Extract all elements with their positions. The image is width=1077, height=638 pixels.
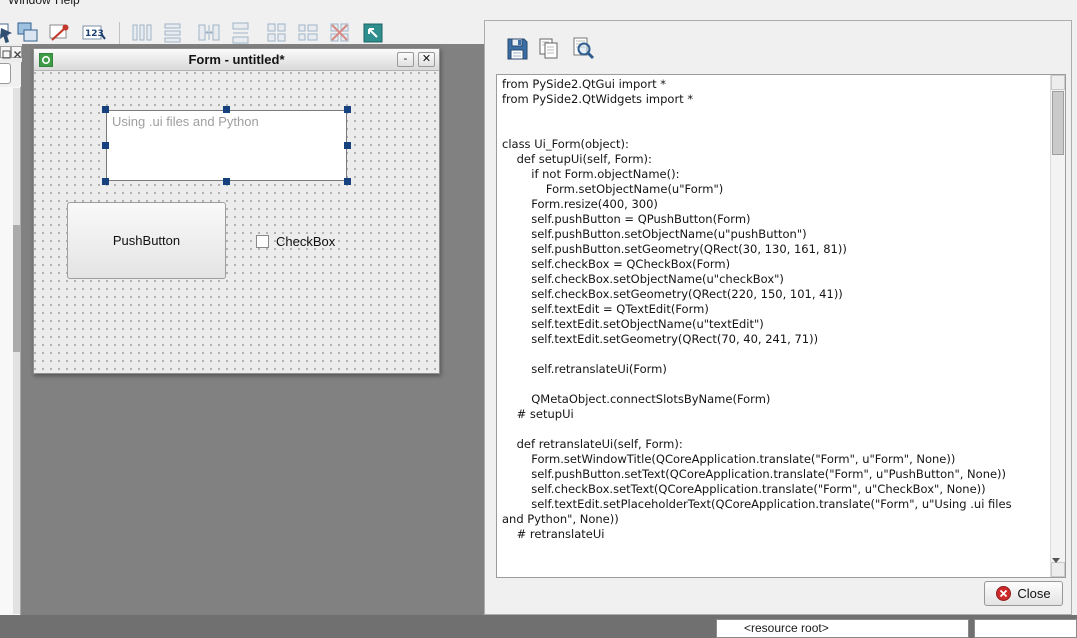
code-line: Form.setWindowTitle(QCoreApplication.tra… [502,452,1050,467]
minimize-button[interactable]: - [397,52,414,67]
qt-designer-window: Window Help 123 [0,0,1077,638]
code-line: Form.setObjectName(u"Form") [502,182,1050,197]
layout-horizontal-icon[interactable] [130,21,154,45]
code-line: from PySide2.QtWidgets import * [502,92,1050,107]
layout-vertical-splitter-icon[interactable] [229,21,253,45]
dock-float-button[interactable] [0,46,11,58]
widget-filter-input[interactable] [0,63,11,84]
edit-tab-order-icon[interactable]: 123 [82,21,106,45]
checkbox-box[interactable] [256,235,269,248]
code-line [502,122,1050,137]
code-line: self.retranslateUi(Form) [502,362,1050,377]
code-line: self.textEdit.setPlaceholderText(QCoreAp… [502,497,1050,512]
edit-signals-slots-icon[interactable] [48,21,72,45]
close-window-button[interactable]: ✕ [418,52,435,67]
resource-root-item[interactable]: <resource root> [716,619,969,638]
form-window-titlebar[interactable]: Form - untitled* - ✕ [34,49,439,71]
code-line: self.pushButton.setText(QCoreApplication… [502,467,1050,482]
close-dialog-button[interactable]: Close [984,581,1063,606]
code-line: self.pushButton.setGeometry(QRect(30, 13… [502,242,1050,257]
code-line: QMetaObject.connectSlotsByName(Form) [502,392,1050,407]
widget-box-scrollbar-thumb[interactable] [13,225,20,352]
code-line: self.checkBox.setGeometry(QRect(220, 150… [502,287,1050,302]
layout-vertical-icon[interactable] [161,21,185,45]
code-line [502,377,1050,392]
code-line: from PySide2.QtGui import * [502,77,1050,92]
pushbutton-widget[interactable]: PushButton [67,202,226,279]
form-canvas[interactable]: Using .ui files and Python PushButton Ch… [34,71,439,373]
code-line: self.checkBox = QCheckBox(Form) [502,257,1050,272]
dock-close-button[interactable] [11,46,22,58]
svg-text:123: 123 [85,29,104,39]
close-button-label: Close [1017,586,1050,601]
checkbox-label: CheckBox [276,234,335,249]
code-line: and Python", None)) [502,512,1050,527]
layout-grid-icon[interactable] [265,21,289,45]
save-icon[interactable] [504,36,530,62]
scroll-down-button[interactable] [1051,562,1065,577]
code-line: self.pushButton.setObjectName(u"pushButt… [502,227,1050,242]
code-vertical-scrollbar[interactable] [1050,75,1065,577]
code-content: from PySide2.QtGui import *from PySide2.… [497,75,1050,577]
code-line: class Ui_Form(object): [502,137,1050,152]
break-layout-icon[interactable] [328,21,352,45]
textedit-widget[interactable]: Using .ui files and Python [106,110,347,181]
menu-help[interactable]: Help [55,0,80,7]
edit-widgets-icon[interactable] [0,21,15,45]
toolbar-separator [119,22,120,44]
scroll-up-button[interactable] [1051,75,1065,90]
code-line: # retranslateUi [502,527,1050,542]
scrollbar-thumb[interactable] [1052,91,1064,155]
form-window-title: Form - untitled* [34,52,439,67]
code-line: if not Form.objectName(): [502,167,1050,182]
code-line: self.checkBox.setText(QCoreApplication.t… [502,482,1050,497]
menubar: Window Help [0,0,1077,8]
adjust-size-icon[interactable] [361,21,385,45]
code-line: self.textEdit = QTextEdit(Form) [502,302,1050,317]
code-line: self.pushButton = QPushButton(Form) [502,212,1050,227]
layout-form-icon[interactable] [296,21,320,45]
resource-side-panel [974,619,1077,638]
layout-horizontal-splitter-icon[interactable] [197,21,221,45]
raise-widget-icon[interactable] [16,21,40,45]
menu-window[interactable]: Window [8,0,51,7]
pushbutton-label: PushButton [113,233,180,248]
code-line: self.checkBox.setObjectName(u"checkBox") [502,272,1050,287]
code-line: self.textEdit.setGeometry(QRect(70, 40, … [502,332,1050,347]
form-editor-window: Form - untitled* - ✕ Using .ui files and… [33,48,440,374]
checkbox-widget[interactable]: CheckBox [256,234,335,248]
code-line: # setupUi [502,407,1050,422]
code-line [502,422,1050,437]
code-preview-dialog: from PySide2.QtGui import *from PySide2.… [484,20,1072,615]
code-line: self.textEdit.setObjectName(u"textEdit") [502,317,1050,332]
find-icon[interactable] [570,36,596,62]
code-view[interactable]: from PySide2.QtGui import *from PySide2.… [496,74,1066,578]
code-line [502,107,1050,122]
close-icon [996,586,1011,601]
code-line: def setupUi(self, Form): [502,152,1050,167]
code-line: def retranslateUi(self, Form): [502,437,1050,452]
code-line [502,347,1050,362]
code-line: Form.resize(400, 300) [502,197,1050,212]
copy-icon[interactable] [536,36,562,62]
